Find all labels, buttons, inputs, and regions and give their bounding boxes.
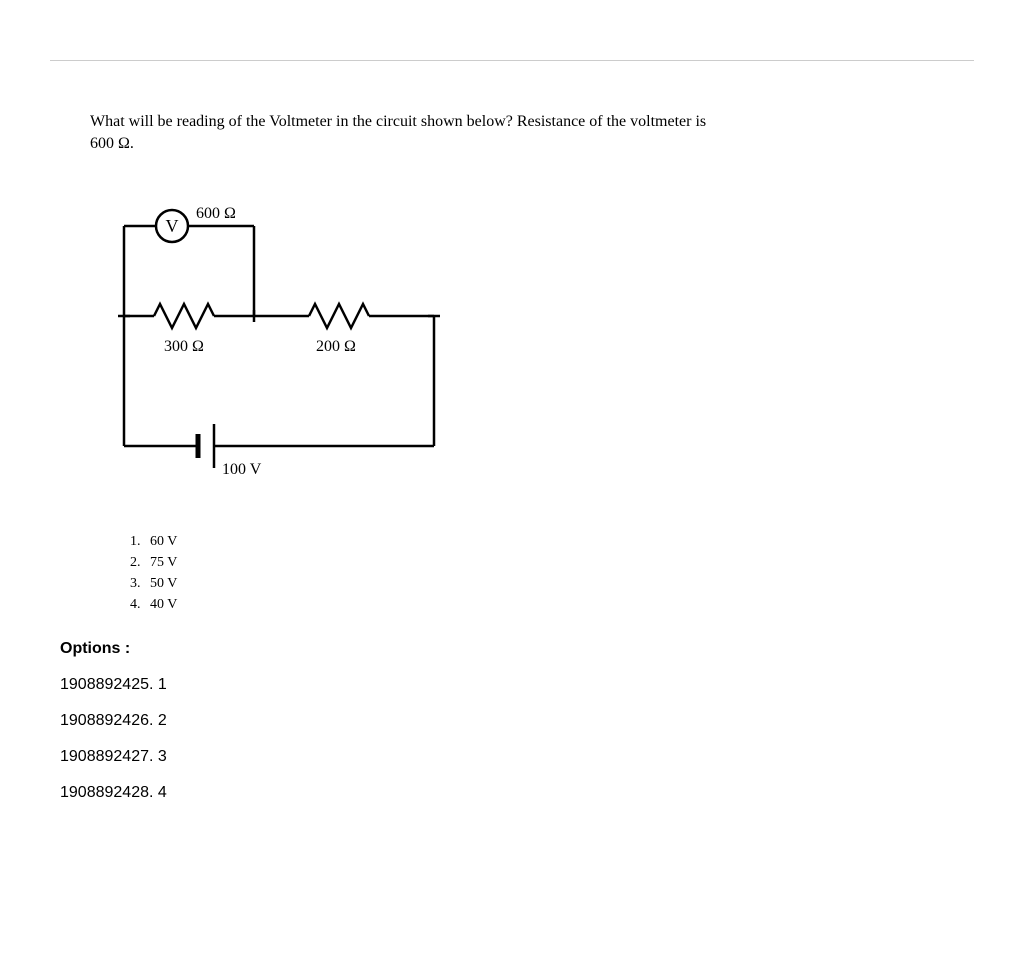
answer-row: 3. 50 V bbox=[130, 573, 934, 594]
page-container: What will be reading of the Voltmeter in… bbox=[0, 0, 1024, 860]
answer-val: 40 V bbox=[150, 594, 177, 615]
voltmeter-label: V bbox=[166, 216, 179, 236]
answer-num: 2. bbox=[130, 552, 150, 573]
r1-label: 300 Ω bbox=[164, 338, 204, 355]
r-voltmeter-label: 600 Ω bbox=[196, 205, 236, 222]
question-line1: What will be reading of the Voltmeter in… bbox=[90, 113, 706, 130]
circuit-diagram: V 600 Ω bbox=[94, 196, 934, 501]
question-line2: 600 Ω. bbox=[90, 135, 134, 152]
question-text: What will be reading of the Voltmeter in… bbox=[90, 111, 934, 156]
option-item: 1908892427. 3 bbox=[60, 748, 934, 766]
answer-row: 4. 40 V bbox=[130, 594, 934, 615]
source-label: 100 V bbox=[222, 461, 262, 478]
answer-val: 60 V bbox=[150, 531, 177, 552]
answer-choices: 1. 60 V 2. 75 V 3. 50 V 4. 40 V bbox=[130, 531, 934, 615]
circuit-svg: V 600 Ω bbox=[94, 196, 474, 496]
option-item: 1908892426. 2 bbox=[60, 712, 934, 730]
r2-label: 200 Ω bbox=[316, 338, 356, 355]
answer-row: 2. 75 V bbox=[130, 552, 934, 573]
top-divider bbox=[50, 0, 974, 61]
answer-num: 3. bbox=[130, 573, 150, 594]
option-item: 1908892428. 4 bbox=[60, 784, 934, 802]
answer-num: 4. bbox=[130, 594, 150, 615]
answer-num: 1. bbox=[130, 531, 150, 552]
option-item: 1908892425. 1 bbox=[60, 676, 934, 694]
answer-val: 75 V bbox=[150, 552, 177, 573]
options-heading: Options : bbox=[60, 640, 934, 658]
answer-row: 1. 60 V bbox=[130, 531, 934, 552]
answer-val: 50 V bbox=[150, 573, 177, 594]
